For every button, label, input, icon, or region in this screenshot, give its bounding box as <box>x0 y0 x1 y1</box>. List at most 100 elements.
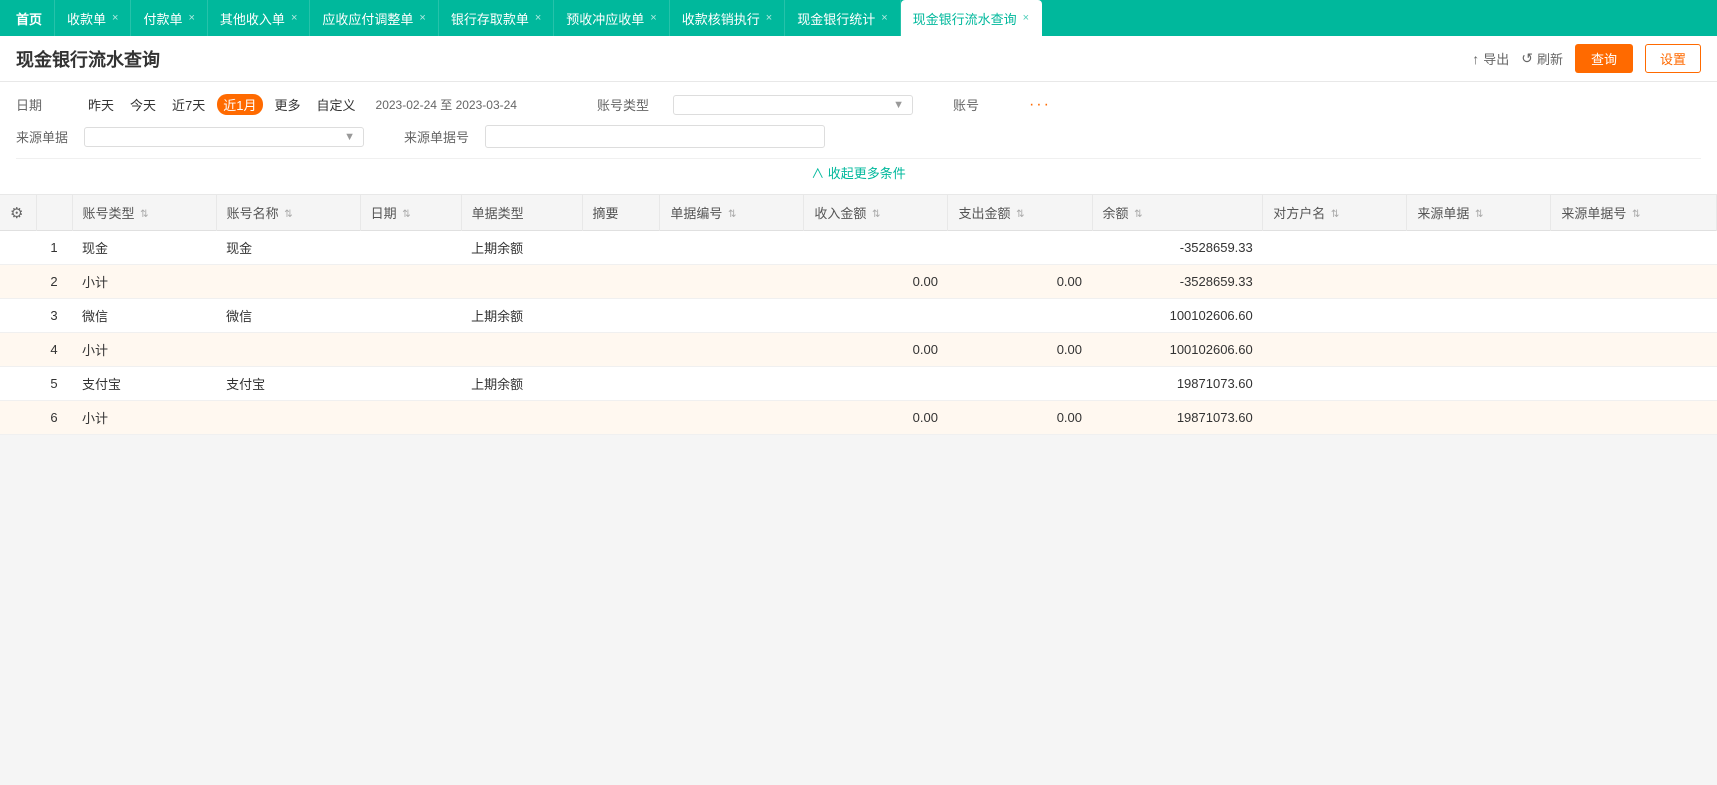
top-nav: 首页 收款单 × 付款单 × 其他收入单 × 应收应付调整单 × 银行存取款单 … <box>0 0 1717 36</box>
cell-date <box>360 265 461 299</box>
nav-prepay-label: 预收冲应收单 <box>566 9 644 28</box>
cell-doc-type <box>461 401 582 435</box>
export-label: 导出 <box>1483 49 1509 68</box>
nav-cash-flow[interactable]: 现金银行流水查询 × <box>901 0 1042 36</box>
nav-receipt-close[interactable]: × <box>112 12 118 24</box>
collapse-bar[interactable]: ∧ 收起更多条件 <box>16 158 1701 186</box>
source-doc-no-input[interactable] <box>485 125 825 148</box>
cell-date <box>360 401 461 435</box>
filter-row-1: 日期 昨天 今天 近7天 近1月 更多 自定义 2023-02-24 至 202… <box>16 94 1701 115</box>
settings-button[interactable]: 设置 <box>1645 44 1701 73</box>
cell-date <box>360 231 461 265</box>
nav-other-income-close[interactable]: × <box>291 12 297 24</box>
date-btn-1month[interactable]: 近1月 <box>217 94 262 115</box>
nav-bank-deposit[interactable]: 银行存取款单 × <box>439 0 554 36</box>
nav-payment-close[interactable]: × <box>188 12 194 24</box>
nav-ar-ap-close[interactable]: × <box>419 12 425 24</box>
nav-ar-ap-label: 应收应付调整单 <box>322 9 413 28</box>
cell-account-type: 小计 <box>72 401 216 435</box>
cell-doc-type: 上期余额 <box>461 367 582 401</box>
table-row: 1现金现金上期余额-3528659.33 <box>0 231 1717 265</box>
col-source-doc-no[interactable]: 来源单据号 ⇅ <box>1551 195 1717 231</box>
cell-balance: 100102606.60 <box>1092 299 1263 333</box>
sort-source-doc-icon: ⇅ <box>1475 209 1483 220</box>
table-row: 5支付宝支付宝上期余额19871073.60 <box>0 367 1717 401</box>
col-expense[interactable]: 支出金额 ⇅ <box>948 195 1092 231</box>
nav-cash-flow-close[interactable]: × <box>1023 12 1029 24</box>
source-doc-no-label: 来源单据号 <box>404 127 469 146</box>
nav-other-income[interactable]: 其他收入单 × <box>208 0 310 36</box>
cell-no: 5 <box>36 367 72 401</box>
nav-prepay-close[interactable]: × <box>650 12 656 24</box>
cell-date <box>360 299 461 333</box>
export-button[interactable]: ↑ 导出 <box>1472 49 1509 68</box>
filter-area: 日期 昨天 今天 近7天 近1月 更多 自定义 2023-02-24 至 202… <box>0 82 1717 195</box>
date-btn-yesterday[interactable]: 昨天 <box>84 94 118 115</box>
nav-writeoff[interactable]: 收款核销执行 × <box>670 0 785 36</box>
col-counterparty[interactable]: 对方户名 ⇅ <box>1263 195 1407 231</box>
cell-expense: 0.00 <box>948 333 1092 367</box>
account-no-ellipsis[interactable]: ··· <box>1029 96 1051 114</box>
header-actions: ↑ 导出 ↺ 刷新 查询 设置 <box>1472 44 1701 73</box>
col-date[interactable]: 日期 ⇅ <box>360 195 461 231</box>
nav-payment[interactable]: 付款单 × <box>131 0 207 36</box>
col-account-type[interactable]: 账号类型 ⇅ <box>72 195 216 231</box>
table-row: 2小计0.000.00-3528659.33 <box>0 265 1717 299</box>
sort-income-icon: ⇅ <box>872 209 880 220</box>
cell-counterparty <box>1263 231 1407 265</box>
export-icon: ↑ <box>1472 51 1479 67</box>
col-source-doc[interactable]: 来源单据 ⇅ <box>1407 195 1551 231</box>
cell-account-type: 支付宝 <box>72 367 216 401</box>
cell-income: 0.00 <box>804 401 948 435</box>
col-doc-type: 单据类型 <box>461 195 582 231</box>
cell-settings <box>0 231 36 265</box>
col-summary: 摘要 <box>582 195 660 231</box>
cell-balance: 19871073.60 <box>1092 367 1263 401</box>
cell-source-doc-no <box>1551 401 1717 435</box>
nav-home[interactable]: 首页 <box>4 0 55 36</box>
cell-account-name <box>216 401 360 435</box>
cell-account-name <box>216 265 360 299</box>
cell-source-doc <box>1407 401 1551 435</box>
sort-date-icon: ⇅ <box>402 209 410 220</box>
nav-bank-deposit-close[interactable]: × <box>535 12 541 24</box>
col-account-name[interactable]: 账号名称 ⇅ <box>216 195 360 231</box>
table-row: 6小计0.000.0019871073.60 <box>0 401 1717 435</box>
source-doc-select[interactable]: ▼ <box>84 127 364 147</box>
account-type-label: 账号类型 <box>597 95 657 114</box>
cell-doc-type: 上期余额 <box>461 231 582 265</box>
account-no-label: 账号 <box>953 95 1013 114</box>
cell-summary <box>582 231 660 265</box>
cell-date <box>360 367 461 401</box>
nav-bank-deposit-label: 银行存取款单 <box>451 9 529 28</box>
nav-writeoff-label: 收款核销执行 <box>682 9 760 28</box>
nav-prepay[interactable]: 预收冲应收单 × <box>554 0 669 36</box>
cell-counterparty <box>1263 367 1407 401</box>
cell-account-name: 微信 <box>216 299 360 333</box>
col-income[interactable]: 收入金额 ⇅ <box>804 195 948 231</box>
date-btn-more[interactable]: 更多 <box>271 94 305 115</box>
account-type-select[interactable]: ▼ <box>673 95 913 115</box>
date-btn-custom[interactable]: 自定义 <box>313 94 360 115</box>
nav-receipt[interactable]: 收款单 × <box>55 0 131 36</box>
col-doc-no[interactable]: 单据编号 ⇅ <box>660 195 804 231</box>
table-row: 4小计0.000.00100102606.60 <box>0 333 1717 367</box>
nav-cash-flow-label: 现金银行流水查询 <box>913 9 1017 28</box>
refresh-button[interactable]: ↺ 刷新 <box>1521 49 1563 68</box>
col-balance[interactable]: 余额 ⇅ <box>1092 195 1263 231</box>
query-button[interactable]: 查询 <box>1575 44 1633 73</box>
cell-doc-no <box>660 401 804 435</box>
sort-balance-icon: ⇅ <box>1134 209 1142 220</box>
nav-cash-stats[interactable]: 现金银行统计 × <box>785 0 900 36</box>
cell-summary <box>582 367 660 401</box>
nav-cash-stats-close[interactable]: × <box>881 12 887 24</box>
nav-ar-ap[interactable]: 应收应付调整单 × <box>310 0 438 36</box>
cell-settings <box>0 333 36 367</box>
table-settings-icon[interactable]: ⚙ <box>10 205 23 222</box>
cell-account-type: 小计 <box>72 333 216 367</box>
data-table: ⚙ 账号类型 ⇅ 账号名称 ⇅ 日期 ⇅ 单据类型 <box>0 195 1717 435</box>
date-btn-today[interactable]: 今天 <box>126 94 160 115</box>
date-btn-7days[interactable]: 近7天 <box>168 94 209 115</box>
nav-writeoff-close[interactable]: × <box>766 12 772 24</box>
cell-counterparty <box>1263 265 1407 299</box>
